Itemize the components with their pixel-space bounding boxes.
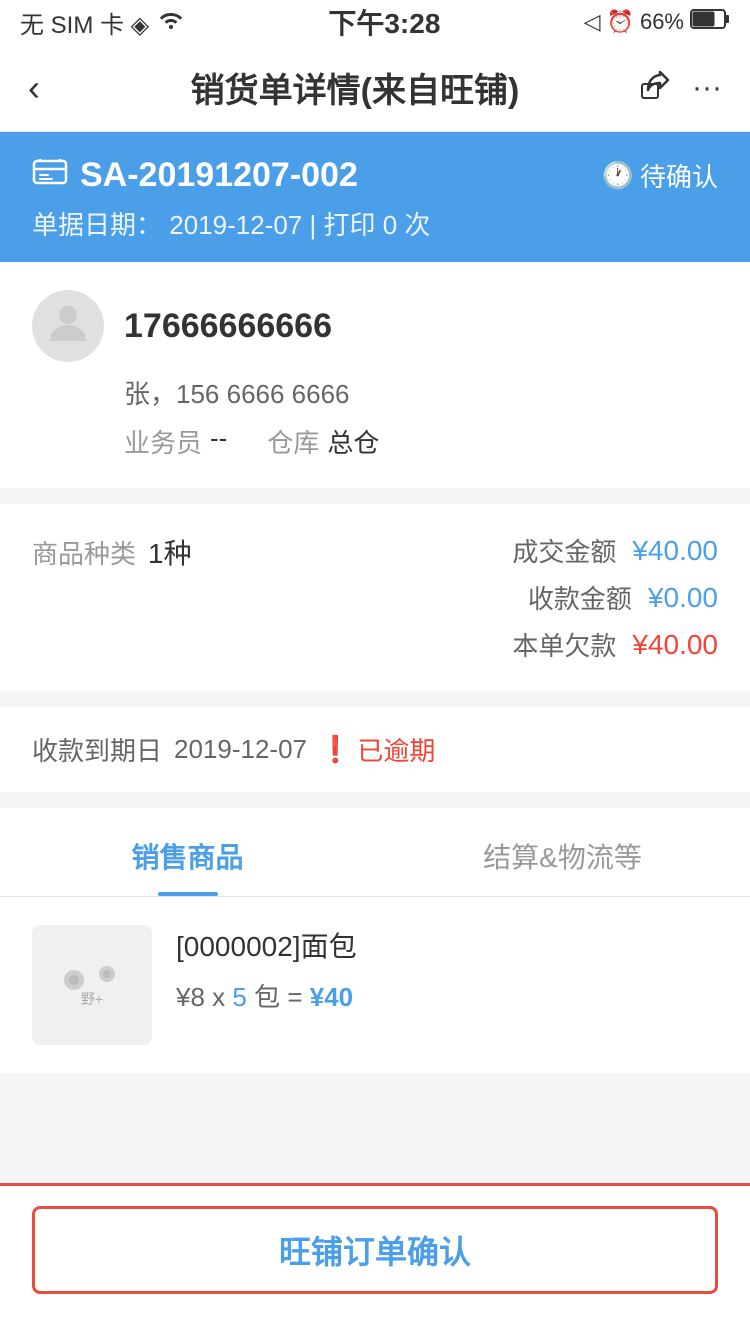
share-icon[interactable]	[640, 68, 672, 108]
received-label: 收款金额	[528, 579, 632, 616]
product-unit: 包	[254, 982, 280, 1012]
customer-meta: 业务员 -- 仓库 总仓	[124, 423, 718, 460]
nav-bar: ‹ 销货单详情(来自旺铺) ···	[0, 44, 750, 132]
customer-name: 张，156 6666 6666	[124, 374, 718, 411]
product-item: 野+ [0000002]面包 ¥8 x 5 包 = ¥40	[32, 925, 718, 1045]
order-date: 单据日期： 2019-12-07 | 打印 0 次	[32, 205, 718, 242]
product-type: 商品种类 1种	[32, 532, 192, 572]
status-label: 待确认	[640, 157, 718, 194]
header-card: SA-20191207-002 🕐 待确认 单据日期： 2019-12-07 |…	[0, 132, 750, 262]
due-value: ¥40.00	[632, 629, 718, 661]
multiply-x: x	[212, 982, 225, 1012]
type-label: 商品种类	[32, 534, 136, 571]
equals: =	[287, 982, 302, 1012]
amount-summary: 成交金额 ¥40.00 收款金额 ¥0.00 本单欠款 ¥40.00	[512, 532, 718, 663]
status-left: 无 SIM 卡 ◈	[20, 5, 185, 40]
summary-section: 商品种类 1种 成交金额 ¥40.00 收款金额 ¥0.00 本单欠款 ¥40.…	[0, 504, 750, 691]
warehouse-label: 仓库	[267, 423, 319, 460]
overdue-badge: ❗ 已逾期	[319, 731, 435, 768]
user-icon	[46, 299, 90, 354]
alarm-icon: ⏰	[607, 9, 634, 35]
alert-icon: ❗	[319, 734, 351, 765]
tabs-container: 销售商品 结算&物流等	[0, 808, 750, 897]
avatar	[32, 290, 104, 362]
product-total: ¥40	[310, 982, 353, 1012]
location-icon: ◁	[584, 9, 601, 35]
amount-label: 成交金额	[512, 532, 616, 569]
tab-settlement[interactable]: 结算&物流等	[375, 808, 750, 896]
due-label: 本单欠款	[512, 626, 616, 663]
due-date-value: 2019-12-07	[174, 734, 307, 765]
tab-sales-goods[interactable]: 销售商品	[0, 808, 375, 896]
received-value: ¥0.00	[648, 582, 718, 614]
product-section: 野+ [0000002]面包 ¥8 x 5 包 = ¥40	[0, 897, 750, 1073]
order-icon	[32, 157, 68, 195]
customer-phone: 17666666666	[124, 307, 332, 346]
order-status: 🕐 待确认	[602, 157, 718, 194]
warehouse-value: 总仓	[327, 423, 379, 460]
due-section: 收款到期日 2019-12-07 ❗ 已逾期	[0, 707, 750, 792]
status-clock-icon: 🕐	[602, 160, 634, 191]
type-value: 1种	[148, 532, 192, 572]
amount-value: ¥40.00	[632, 535, 718, 567]
unit-price: ¥8	[176, 982, 205, 1012]
status-time: 下午3:28	[328, 2, 440, 42]
confirm-order-button[interactable]: 旺铺订单确认	[32, 1206, 718, 1294]
page-title: 销货单详情(来自旺铺)	[88, 63, 622, 112]
customer-section: 17666666666 张，156 6666 6666 业务员 -- 仓库 总仓	[0, 262, 750, 488]
salesman-value: --	[210, 423, 227, 460]
overdue-text: 已逾期	[357, 731, 435, 768]
due-date-label: 收款到期日	[32, 731, 162, 768]
salesman-label: 业务员	[124, 423, 202, 460]
battery-icon	[690, 8, 730, 36]
product-name: [0000002]面包	[176, 925, 718, 965]
nav-actions: ···	[622, 68, 722, 108]
confirm-btn-area: 旺铺订单确认	[0, 1183, 750, 1334]
status-right: ◁ ⏰ 66%	[584, 8, 730, 36]
wifi-icon	[157, 8, 185, 36]
svg-text:野+: 野+	[81, 991, 103, 1007]
product-price-detail: ¥8 x 5 包 = ¥40	[176, 977, 718, 1014]
status-bar: 无 SIM 卡 ◈ 下午3:28 ◁ ⏰ 66%	[0, 0, 750, 44]
product-qty: 5	[232, 982, 246, 1012]
product-thumbnail: 野+	[32, 925, 152, 1045]
more-icon[interactable]: ···	[692, 71, 722, 105]
no-sim-text: 无 SIM 卡 ◈	[20, 5, 149, 40]
order-id: SA-20191207-002	[80, 156, 358, 195]
battery-text: 66%	[640, 9, 684, 35]
back-button[interactable]: ‹	[28, 67, 88, 109]
product-info: [0000002]面包 ¥8 x 5 包 = ¥40	[176, 925, 718, 1014]
product-thumb-icon: 野+	[52, 952, 132, 1019]
